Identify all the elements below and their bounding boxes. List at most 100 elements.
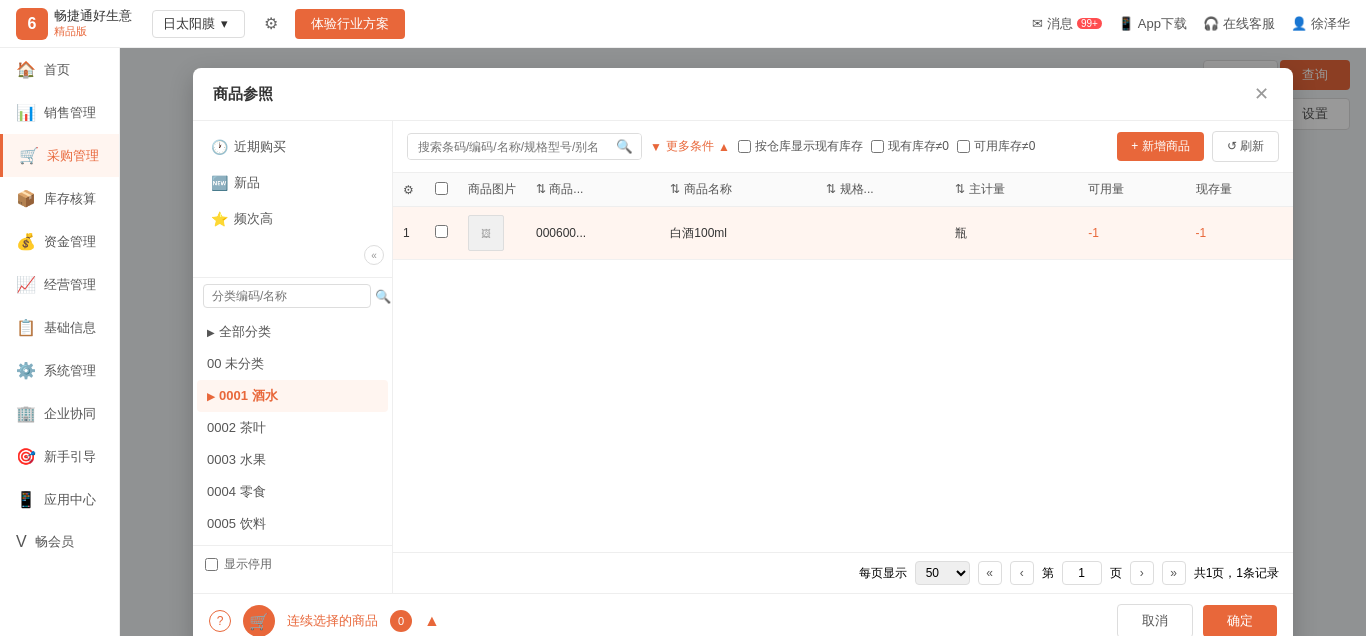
col-spec[interactable]: ⇅ 规格... [816,173,945,207]
category-item-0001[interactable]: ▶ 0001 酒水 [197,380,388,412]
confirm-button[interactable]: 确定 [1203,605,1277,636]
prev-page-button[interactable]: ‹ [1010,561,1034,585]
arrow-icon-0001: ▶ [207,391,215,402]
category-item-0003[interactable]: 0003 水果 [197,444,388,476]
category-item-0002[interactable]: 0002 茶叶 [197,412,388,444]
category-label-0005: 0005 饮料 [207,515,266,533]
category-item-0004[interactable]: 0004 零食 [197,476,388,508]
checkbox-available-stock[interactable]: 可用库存≠0 [957,138,1035,155]
panel-divider [193,277,392,278]
sidebar-item-finance[interactable]: 💰 资金管理 [0,220,119,263]
col-unit-label: 主计量 [969,182,1005,196]
finance-icon: 💰 [16,232,36,251]
available-stock-checkbox[interactable] [957,140,970,153]
sidebar-item-enterprise[interactable]: 🏢 企业协同 [0,392,119,435]
vip-icon: V [16,533,27,551]
row-check[interactable] [425,207,458,260]
sidebar-item-purchase[interactable]: 🛒 采购管理 [0,134,119,177]
sidebar-item-guide[interactable]: 🎯 新手引导 [0,435,119,478]
warehouse-stock-checkbox[interactable] [738,140,751,153]
row-seq: 1 [393,207,425,260]
main-layout: 🏠 首页 📊 销售管理 🛒 采购管理 📦 库存核算 💰 资金管理 📈 经营管理 … [0,48,1366,636]
page-unit: 页 [1110,565,1122,582]
help-button[interactable]: ? [209,610,231,632]
category-item-0005[interactable]: 0005 饮料 [197,508,388,540]
table-row[interactable]: 1 🖼 [393,207,1293,260]
col-unit[interactable]: ⇅ 主计量 [945,173,1078,207]
store-selector[interactable]: 日太阳膜 ▾ [152,10,245,38]
product-thumbnail: 🖼 [468,215,504,251]
checkbox-current-stock[interactable]: 现有库存≠0 [871,138,949,155]
app-download-item[interactable]: 📱 App下载 [1118,15,1187,33]
sidebar-item-sales[interactable]: 📊 销售管理 [0,91,119,134]
sidebar-item-apps[interactable]: 📱 应用中心 [0,478,119,521]
basic-icon: 📋 [16,318,36,337]
refresh-button[interactable]: ↺ 刷新 [1212,131,1279,162]
new-icon: 🆕 [211,175,228,191]
category-item-all[interactable]: ▶ 全部分类 [197,316,388,348]
guide-icon: 🎯 [16,447,36,466]
more-filter-button[interactable]: ▼ 更多条件 ▲ [650,138,730,155]
product-search-input[interactable] [408,135,608,159]
category-item-00[interactable]: 00 未分类 [197,348,388,380]
category-search-icon[interactable]: 🔍 [375,289,391,304]
sidebar-item-system[interactable]: ⚙️ 系统管理 [0,349,119,392]
clock-icon: 🕐 [211,139,228,155]
col-code[interactable]: ⇅ 商品... [526,173,660,207]
show-disabled-area: 显示停用 [193,545,392,583]
cancel-button[interactable]: 取消 [1117,604,1193,636]
sales-icon: 📊 [16,103,36,122]
cart-icon[interactable]: 🛒 [243,605,275,636]
logo-area: 6 畅捷通好生意 精品版 [16,8,132,40]
show-disabled-checkbox[interactable] [205,558,218,571]
user-name: 徐泽华 [1311,15,1350,33]
category-label-0002: 0002 茶叶 [207,419,266,437]
col-name[interactable]: ⇅ 商品名称 [660,173,816,207]
messages-label: 消息 [1047,15,1073,33]
footer-collapse-button[interactable]: ▲ [424,612,440,630]
first-page-button[interactable]: « [978,561,1002,585]
last-page-button[interactable]: » [1162,561,1186,585]
left-tab-recent[interactable]: 🕐 近期购买 [201,131,384,163]
product-search-button[interactable]: 🔍 [608,134,641,159]
messages-badge: 99+ [1077,18,1102,29]
footer-right: 取消 确定 [1117,604,1277,636]
checkbox-current-label: 现有库存≠0 [888,138,949,155]
sidebar-item-vip[interactable]: V 畅会员 [0,521,119,563]
new-product-button[interactable]: + 新增商品 [1117,132,1203,161]
col-img: 商品图片 [458,173,526,207]
messages-item[interactable]: ✉ 消息 99+ [1032,15,1102,33]
category-search-input[interactable] [203,284,371,308]
current-stock-checkbox[interactable] [871,140,884,153]
trial-button[interactable]: 体验行业方案 [295,9,405,39]
next-page-button[interactable]: › [1130,561,1154,585]
sidebar-item-basic[interactable]: 📋 基础信息 [0,306,119,349]
system-icon: ⚙️ [16,361,36,380]
checkbox-warehouse-stock[interactable]: 按仓库显示现有库存 [738,138,863,155]
left-tab-frequent[interactable]: ⭐ 频次高 [201,203,384,235]
content-area: 查询 设置 ↺ 刷新 商品参照 ✕ [120,48,1366,636]
right-panel: 🔍 ▼ 更多条件 ▲ 按仓库显示现有库存 [393,121,1293,593]
user-item[interactable]: 👤 徐泽华 [1291,15,1350,33]
inventory-icon: 📦 [16,189,36,208]
app-edition: 精品版 [54,24,132,39]
sidebar-item-home[interactable]: 🏠 首页 [0,48,119,91]
modal-close-button[interactable]: ✕ [1249,82,1273,106]
row-unit: 瓶 [945,207,1078,260]
collapse-panel-button[interactable]: « [364,245,384,265]
left-tab-new[interactable]: 🆕 新品 [201,167,384,199]
per-page-select[interactable]: 50 10 20 100 [915,561,970,585]
select-all-checkbox[interactable] [435,182,448,195]
settings-icon[interactable]: ⚙ [255,8,287,40]
category-label-0001: 0001 酒水 [219,387,278,405]
sidebar-item-inventory[interactable]: 📦 库存核算 [0,177,119,220]
page-number-input[interactable] [1062,561,1102,585]
online-service-item[interactable]: 🎧 在线客服 [1203,15,1275,33]
sidebar-label-home: 首页 [44,61,70,79]
sidebar-label-purchase: 采购管理 [47,147,99,165]
col-code-label: 商品... [549,182,583,196]
sidebar-item-operation[interactable]: 📈 经营管理 [0,263,119,306]
star-icon: ⭐ [211,211,228,227]
sidebar-label-operation: 经营管理 [44,276,96,294]
row-checkbox[interactable] [435,225,448,238]
